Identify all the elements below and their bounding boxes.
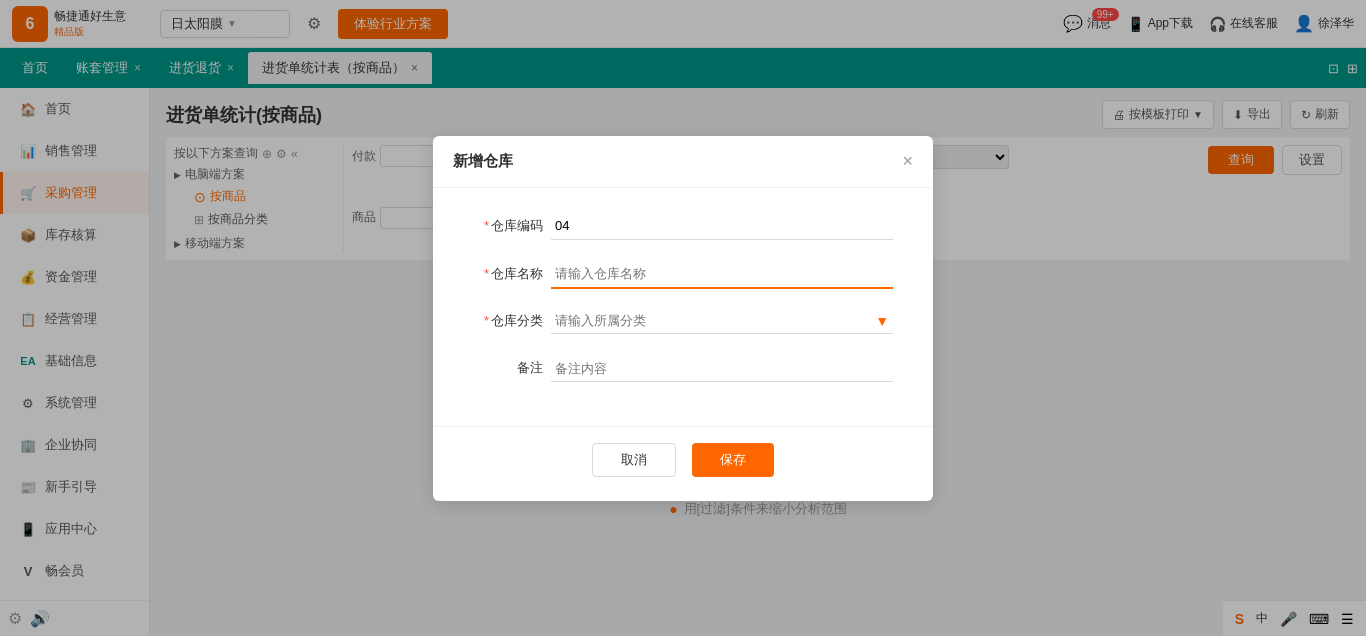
save-button[interactable]: 保存 — [692, 443, 774, 477]
remarks-label: 备注 — [473, 359, 543, 377]
form-row-remarks: 备注 — [473, 354, 893, 382]
remarks-input[interactable] — [551, 354, 893, 382]
modal-body: 仓库编码 仓库名称 仓库分类 ▼ 备注 — [433, 188, 933, 426]
warehouse-code-label: 仓库编码 — [473, 217, 543, 235]
modal-footer: 取消 保存 — [433, 426, 933, 501]
warehouse-name-label: 仓库名称 — [473, 265, 543, 283]
warehouse-code-input[interactable] — [551, 212, 893, 240]
modal-title: 新增仓库 — [453, 152, 513, 171]
modal-overlay: 新增仓库 × 仓库编码 仓库名称 仓库分类 ▼ — [0, 0, 1366, 636]
warehouse-category-wrap: ▼ — [551, 309, 893, 334]
form-row-name: 仓库名称 — [473, 260, 893, 289]
form-row-category: 仓库分类 ▼ — [473, 309, 893, 334]
category-dropdown-icon[interactable]: ▼ — [875, 313, 889, 329]
modal-header: 新增仓库 × — [433, 136, 933, 188]
modal-close-icon[interactable]: × — [902, 152, 913, 170]
add-warehouse-modal: 新增仓库 × 仓库编码 仓库名称 仓库分类 ▼ — [433, 136, 933, 501]
warehouse-category-input[interactable] — [555, 313, 875, 328]
cancel-button[interactable]: 取消 — [592, 443, 676, 477]
warehouse-name-input[interactable] — [551, 260, 893, 289]
warehouse-category-label: 仓库分类 — [473, 312, 543, 330]
form-row-code: 仓库编码 — [473, 212, 893, 240]
